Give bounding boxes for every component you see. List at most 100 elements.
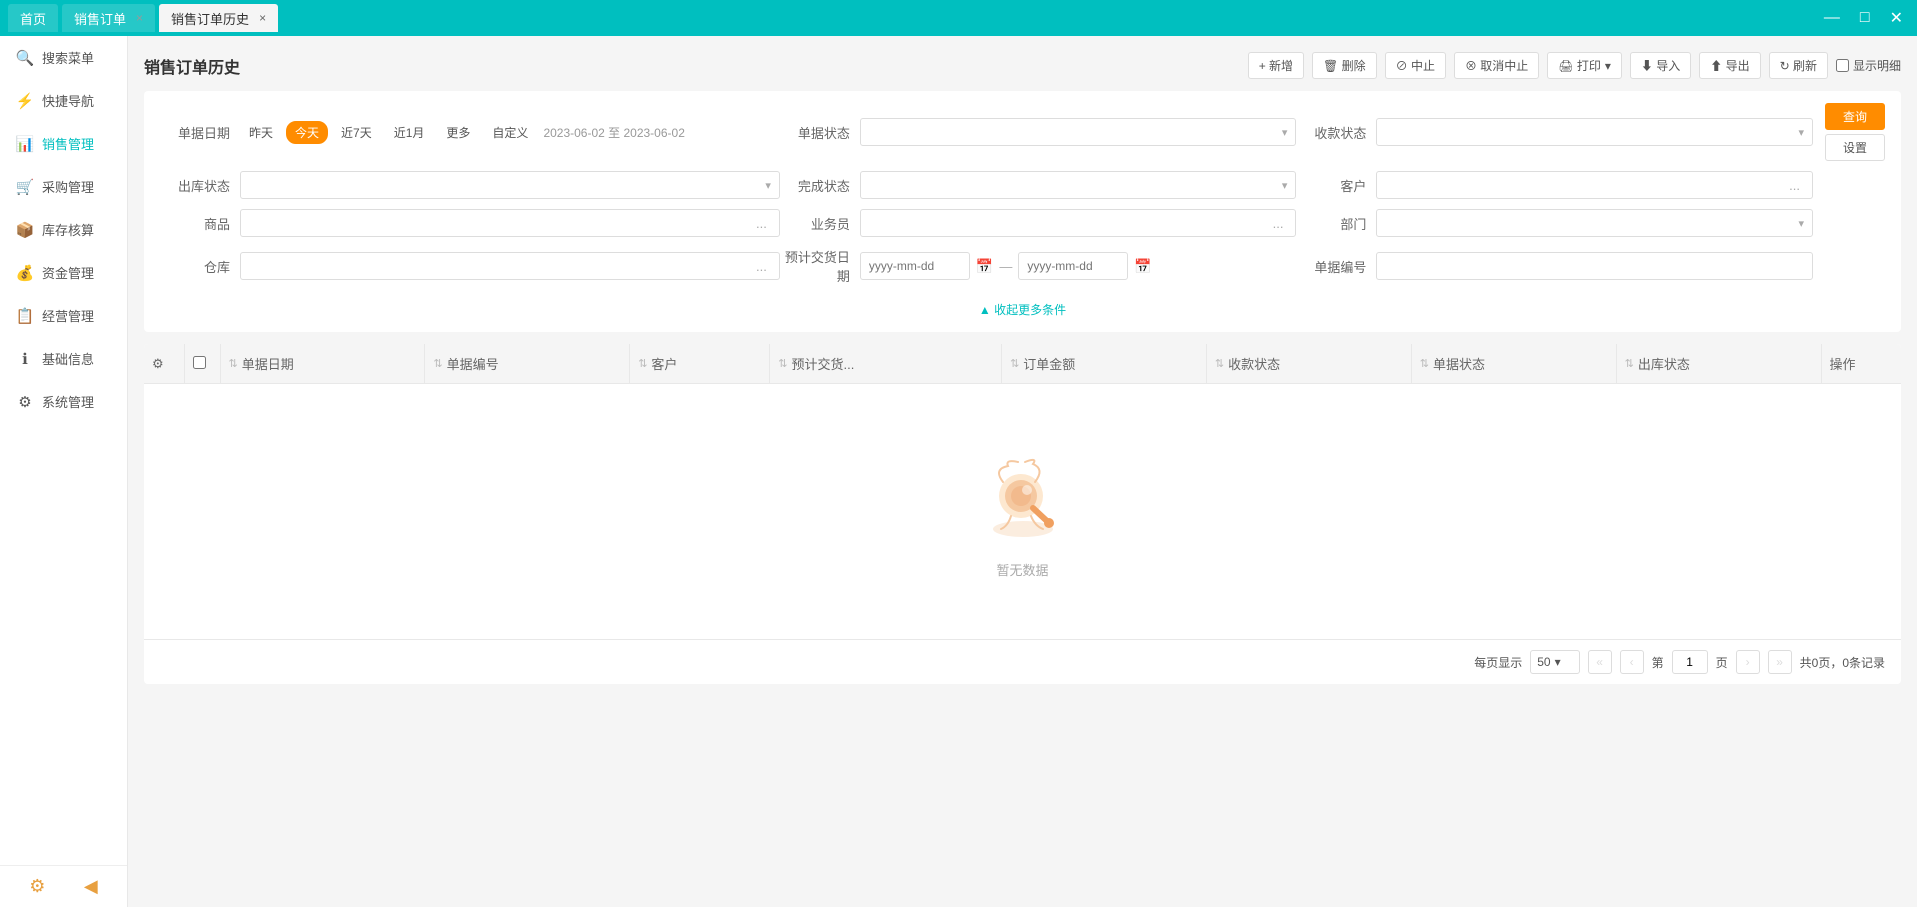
first-page-btn[interactable]: « <box>1588 650 1612 674</box>
sort-payment-status-icon[interactable]: ⇅ <box>1215 357 1224 370</box>
page-label-pre: 第 <box>1652 654 1664 671</box>
date-btn-more[interactable]: 更多 <box>437 121 479 144</box>
sidebar-item-operations-label: 经营管理 <box>42 306 94 325</box>
date-btn-custom[interactable]: 自定义 <box>483 121 537 144</box>
filter-goods-col: 商品 ... <box>160 209 780 237</box>
display-detail-input[interactable] <box>1836 59 1849 72</box>
import-btn[interactable]: ⬇ 导入 <box>1630 52 1691 79</box>
warehouse-ellipsis-btn[interactable]: ... <box>752 259 771 274</box>
sidebar-item-quick-nav[interactable]: ⚡ 快捷导航 <box>0 79 127 122</box>
date-btn-1month[interactable]: 近1月 <box>385 121 434 144</box>
table-settings-icon[interactable]: ⚙ <box>152 356 164 371</box>
sort-delivery-status-icon[interactable]: ⇅ <box>1625 357 1634 370</box>
new-btn[interactable]: + 新增 <box>1248 52 1304 79</box>
current-page-input[interactable] <box>1672 650 1708 674</box>
customer-ellipsis-btn[interactable]: ... <box>1785 178 1804 193</box>
th-settings[interactable]: ⚙ <box>144 344 184 384</box>
th-amount-label: 订单金额 <box>1023 354 1075 373</box>
content-area: 销售订单历史 + 新增 🗑 删除 ⊘ 中止 ⊗ 取消中止 🖨 打印 ▾ ⬇ 导入… <box>128 36 1917 907</box>
delivery-date-to[interactable] <box>1018 252 1128 280</box>
th-order-status-label: 单据状态 <box>1433 354 1485 373</box>
sort-order-no-icon[interactable]: ⇅ <box>433 357 442 370</box>
sort-delivery-date-icon[interactable]: ⇅ <box>778 357 787 370</box>
sidebar-item-purchase-mgmt[interactable]: 🛒 采购管理 <box>0 165 127 208</box>
display-detail-cb[interactable]: 显示明细 <box>1836 57 1901 74</box>
date-label: 单据日期 <box>160 123 240 142</box>
delivery-date-to-icon[interactable]: 📅 <box>1134 258 1151 275</box>
goods-ellipsis-btn[interactable]: ... <box>752 216 771 231</box>
sidebar: 🔍 搜索菜单 ⚡ 快捷导航 📊 销售管理 🛒 采购管理 📦 库存核算 💰 资金管… <box>0 36 128 907</box>
delivery-status-select[interactable]: ▾ <box>240 171 780 199</box>
date-btn-today[interactable]: 今天 <box>286 121 328 144</box>
salesperson-ellipsis-btn[interactable]: ... <box>1269 216 1288 231</box>
toolbar: + 新增 🗑 删除 ⊘ 中止 ⊗ 取消中止 🖨 打印 ▾ ⬇ 导入 ⬆ 导出 ↻… <box>1248 52 1901 79</box>
sidebar-item-basic-info[interactable]: ℹ 基础信息 <box>0 337 127 380</box>
dept-select[interactable]: ▾ <box>1376 209 1813 237</box>
query-btn[interactable]: 查询 <box>1825 103 1885 130</box>
sidebar-item-search-menu[interactable]: 🔍 搜索菜单 <box>0 36 127 79</box>
sidebar-collapse-icon[interactable]: ◀ <box>84 876 98 897</box>
th-date-label: 单据日期 <box>242 354 294 373</box>
page-size-value: 50 <box>1537 655 1550 669</box>
order-status-select[interactable]: ▾ <box>860 118 1297 146</box>
sort-order-status-icon[interactable]: ⇅ <box>1420 357 1429 370</box>
date-btn-yesterday[interactable]: 昨天 <box>240 121 282 144</box>
sidebar-item-sales-mgmt[interactable]: 📊 销售管理 <box>0 122 127 165</box>
page-size-select[interactable]: 50 ▾ <box>1530 650 1579 674</box>
complete-status-select[interactable]: ▾ <box>860 171 1297 199</box>
query-settings-wrap: 查询 设置 <box>1825 103 1885 161</box>
sidebar-item-operations[interactable]: 📋 经营管理 <box>0 294 127 337</box>
filter-collapse-label: ▲ 收起更多条件 <box>979 301 1066 318</box>
sidebar-settings-icon[interactable]: ⚙ <box>29 876 45 897</box>
tab-sales-order-close[interactable]: × <box>136 11 143 25</box>
sidebar-item-inventory-label: 库存核算 <box>42 220 94 239</box>
print-btn[interactable]: 🖨 打印 ▾ <box>1547 52 1622 79</box>
delete-btn[interactable]: 🗑 删除 <box>1312 52 1377 79</box>
filter-customer-col: 客户 ... <box>1296 171 1813 199</box>
window-max-btn[interactable]: □ <box>1854 7 1876 29</box>
payment-status-caret: ▾ <box>1798 126 1804 139</box>
tab-sales-order-label: 销售订单 <box>74 9 126 28</box>
window-minimize-btn[interactable]: ✕ <box>1884 6 1909 30</box>
tab-sales-order[interactable]: 销售订单 × <box>62 4 155 32</box>
sort-customer-icon[interactable]: ⇅ <box>638 357 647 370</box>
next-page-btn[interactable]: › <box>1736 650 1760 674</box>
tab-sales-order-history-close[interactable]: × <box>259 11 266 25</box>
pagination-bar: 每页显示 50 ▾ « ‹ 第 页 › » 共0页，0条记录 <box>144 639 1901 684</box>
sidebar-item-search-menu-label: 搜索菜单 <box>42 48 94 67</box>
export-btn[interactable]: ⬆ 导出 <box>1699 52 1760 79</box>
date-shortcuts: 昨天 今天 近7天 近1月 更多 自定义 <box>240 121 537 144</box>
refresh-btn[interactable]: ↻ 刷新 <box>1769 52 1828 79</box>
delivery-date-from[interactable] <box>860 252 970 280</box>
top-bar-right: — □ ✕ <box>1818 6 1909 30</box>
filter-collapse-btn[interactable]: ▲ 收起更多条件 <box>160 295 1885 320</box>
stop-btn[interactable]: ⊘ 中止 <box>1385 52 1446 79</box>
tab-home[interactable]: 首页 <box>8 4 58 32</box>
payment-status-select[interactable]: ▾ <box>1376 118 1813 146</box>
sidebar-item-system-mgmt[interactable]: ⚙ 系统管理 <box>0 380 127 423</box>
filter-warehouse-col: 仓库 ... <box>160 252 780 280</box>
delivery-date-from-icon[interactable]: 📅 <box>976 258 993 275</box>
sidebar-item-inventory[interactable]: 📦 库存核算 <box>0 208 127 251</box>
sidebar-item-finance[interactable]: 💰 资金管理 <box>0 251 127 294</box>
last-page-btn[interactable]: » <box>1768 650 1792 674</box>
filter-order-status-col: 单据状态 ▾ <box>780 118 1297 146</box>
tab-sales-order-history[interactable]: 销售订单历史 × <box>159 4 278 32</box>
th-payment-status-label: 收款状态 <box>1228 354 1280 373</box>
settings-btn[interactable]: 设置 <box>1825 134 1885 161</box>
filter-salesperson-col: 业务员 ... <box>780 209 1297 237</box>
dept-label: 部门 <box>1296 214 1376 233</box>
select-all-checkbox[interactable] <box>193 356 206 369</box>
prev-page-btn[interactable]: ‹ <box>1620 650 1644 674</box>
cancel-btn[interactable]: ⊗ 取消中止 <box>1454 52 1539 79</box>
data-table: ⚙ ⇅ 单据日期 ⇅ <box>144 344 1901 639</box>
sort-amount-icon[interactable]: ⇅ <box>1010 357 1019 370</box>
th-checkbox[interactable] <box>184 344 220 384</box>
window-close-btn[interactable]: — <box>1818 7 1846 29</box>
date-btn-7days[interactable]: 近7天 <box>332 121 381 144</box>
filter-dept-col: 部门 ▾ <box>1296 209 1813 237</box>
filter-complete-status-col: 完成状态 ▾ <box>780 171 1297 199</box>
order-no-input[interactable] <box>1376 252 1813 280</box>
sort-date-icon[interactable]: ⇅ <box>229 357 238 370</box>
filter-row-4: 仓库 ... 预计交货日期 📅 — 📅 单据编号 <box>160 247 1885 285</box>
